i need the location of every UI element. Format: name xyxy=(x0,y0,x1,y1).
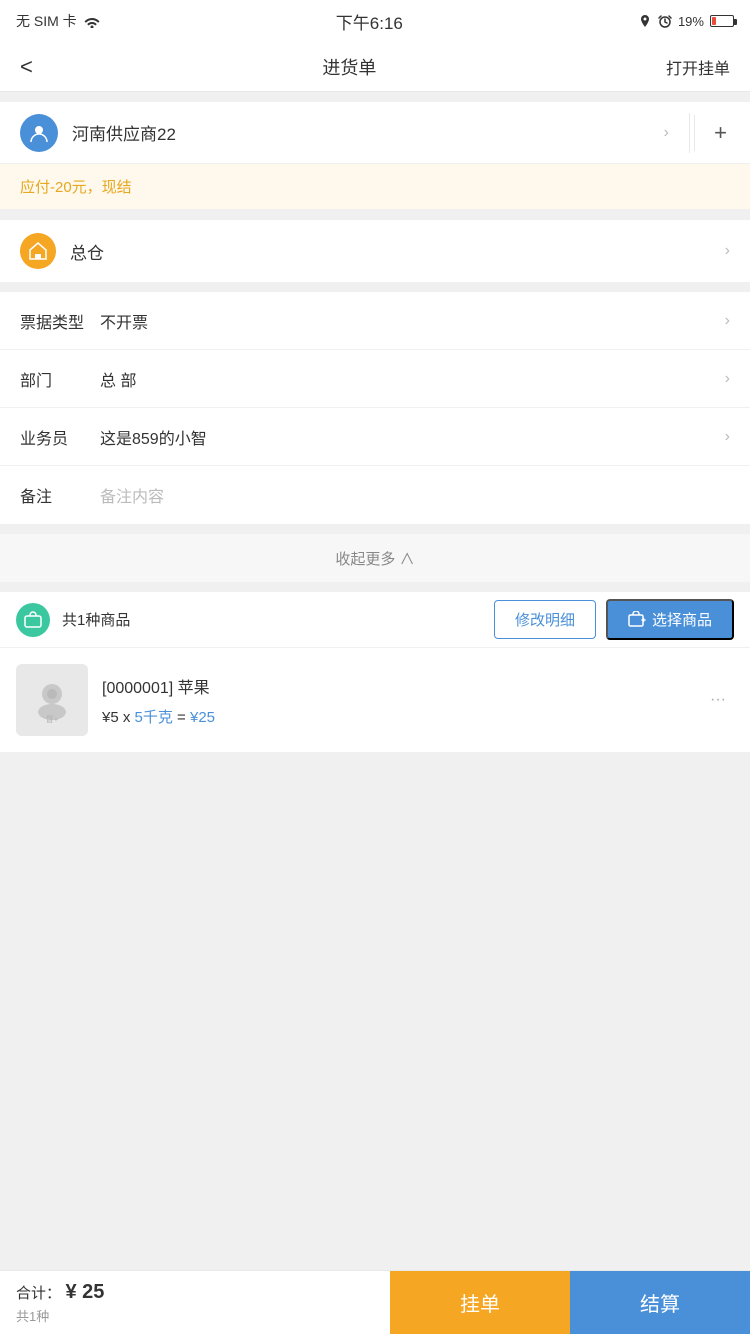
product-thumb-icon: 督+ xyxy=(26,674,78,726)
form-section: 票据类型 不开票 › 部门 总 部 › 业务员 这是859的小智 › 备注 备注… xyxy=(0,292,750,524)
alarm-icon xyxy=(658,14,672,28)
supplier-name: 河南供应商22 xyxy=(72,120,664,145)
department-row[interactable]: 部门 总 部 › xyxy=(0,350,750,408)
unit-price: ¥5 xyxy=(102,709,119,726)
product-item: 督+ [0000001] 苹果 ¥5 x 5千克 = ¥25 ··· xyxy=(0,648,750,753)
back-button[interactable]: < xyxy=(20,54,33,80)
cart-icon xyxy=(23,610,43,630)
status-time: 下午6:16 xyxy=(336,9,403,34)
department-value: 总 部 xyxy=(100,367,725,391)
total-section: 合计： ¥ 25 共1种 xyxy=(0,1281,390,1325)
balance-notice: 应付-20元，现结 xyxy=(0,164,750,210)
quantity: 5千克 xyxy=(135,709,173,726)
collapse-label: 收起更多 ∧ xyxy=(335,548,414,569)
collapse-row[interactable]: 收起更多 ∧ xyxy=(0,534,750,582)
invoice-chevron-icon: › xyxy=(725,312,730,330)
product-section: 共1种商品 修改明细 选择商品 督+ xyxy=(0,592,750,753)
salesman-label: 业务员 xyxy=(20,425,100,449)
nav-bar: < 进货单 打开挂单 xyxy=(0,42,750,92)
remark-label: 备注 xyxy=(20,483,100,507)
department-chevron-icon: › xyxy=(725,370,730,388)
invoice-type-label: 票据类型 xyxy=(20,309,100,333)
page-title: 进货单 xyxy=(322,54,376,80)
department-label: 部门 xyxy=(20,367,100,391)
invoice-type-row[interactable]: 票据类型 不开票 › xyxy=(0,292,750,350)
select-product-button[interactable]: 选择商品 xyxy=(606,599,734,640)
warehouse-name: 总仓 xyxy=(70,239,725,264)
product-header: 共1种商品 修改明细 选择商品 xyxy=(0,592,750,648)
product-info: [0000001] 苹果 ¥5 x 5千克 = ¥25 xyxy=(102,674,702,727)
svg-text:督+: 督+ xyxy=(46,714,59,724)
spacer-2 xyxy=(0,210,750,220)
warehouse-section[interactable]: 总仓 › xyxy=(0,220,750,282)
location-icon xyxy=(638,14,652,28)
remark-input[interactable]: 备注内容 xyxy=(100,483,730,507)
product-more-button[interactable]: ··· xyxy=(702,683,734,717)
warehouse-chevron-icon: › xyxy=(725,242,730,260)
invoice-type-value: 不开票 xyxy=(100,309,725,333)
product-icon xyxy=(16,603,50,637)
suspend-button[interactable]: 挂单 xyxy=(390,1271,570,1334)
salesman-chevron-icon: › xyxy=(725,428,730,446)
total-amount: ¥ 25 xyxy=(65,1281,104,1303)
salesman-value: 这是859的小智 xyxy=(100,425,725,449)
spacer-1 xyxy=(0,92,750,102)
battery-icon xyxy=(710,15,734,27)
product-title: 苹果 xyxy=(178,680,210,697)
product-code: [0000001] xyxy=(102,680,173,697)
open-pending-button[interactable]: 打开挂单 xyxy=(666,55,730,79)
equals-sign: = xyxy=(177,709,190,726)
product-thumbnail: 督+ xyxy=(16,664,88,736)
salesman-row[interactable]: 业务员 这是859的小智 › xyxy=(0,408,750,466)
status-carrier: 无 SIM 卡 xyxy=(16,11,101,31)
total-count: 共1种 xyxy=(16,1306,374,1325)
item-total: ¥25 xyxy=(190,709,215,726)
supplier-section[interactable]: 河南供应商22 › + xyxy=(0,102,750,164)
total-label: 合计： xyxy=(16,1285,61,1302)
bottom-bar: 合计： ¥ 25 共1种 挂单 结算 xyxy=(0,1270,750,1334)
supplier-chevron-icon: › xyxy=(664,124,669,142)
battery-text: 19% xyxy=(678,14,704,29)
warehouse-icon xyxy=(20,233,56,269)
modify-detail-button[interactable]: 修改明细 xyxy=(494,600,596,639)
product-count: 共1种商品 xyxy=(62,609,494,630)
status-icons: 19% xyxy=(638,14,734,29)
checkout-button[interactable]: 结算 xyxy=(570,1271,750,1334)
home-icon xyxy=(28,241,48,261)
remark-row[interactable]: 备注 备注内容 xyxy=(0,466,750,524)
divider-vertical xyxy=(689,113,690,153)
total-row: 合计： ¥ 25 xyxy=(16,1281,374,1304)
wifi-icon xyxy=(83,14,101,28)
main-content: 河南供应商22 › + 应付-20元，现结 总仓 › 票据类型 不开票 › 部门… xyxy=(0,92,750,817)
multiply-sign: x xyxy=(123,709,135,726)
supplier-avatar xyxy=(20,114,58,152)
status-bar: 无 SIM 卡 下午6:16 19% xyxy=(0,0,750,42)
select-product-label: 选择商品 xyxy=(652,609,712,630)
product-name: [0000001] 苹果 xyxy=(102,674,702,698)
avatar-icon xyxy=(28,122,50,144)
product-price: ¥5 x 5千克 = ¥25 xyxy=(102,706,702,727)
select-icon xyxy=(628,611,646,629)
add-supplier-button[interactable]: + xyxy=(694,115,730,151)
carrier-text: 无 SIM 卡 xyxy=(16,11,77,31)
